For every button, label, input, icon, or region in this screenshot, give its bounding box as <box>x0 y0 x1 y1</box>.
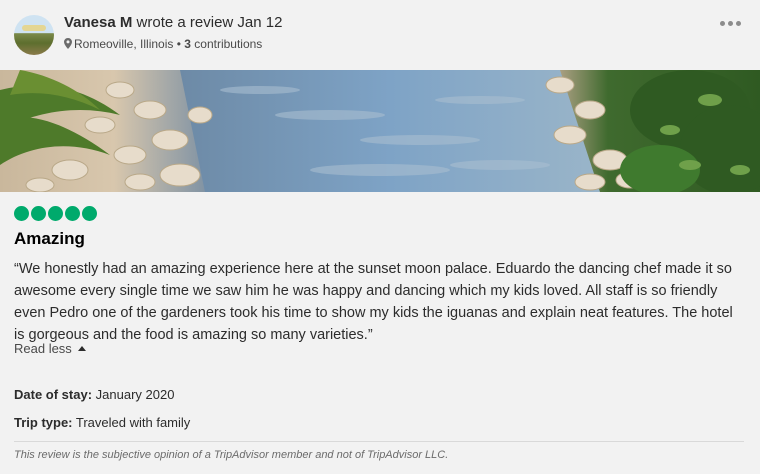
read-less-label: Read less <box>14 341 72 356</box>
rating-bubble-icon <box>65 206 80 221</box>
trip-type: Trip type: Traveled with family <box>14 415 190 430</box>
review-photo[interactable] <box>0 70 760 192</box>
rating-bubble-icon <box>48 206 63 221</box>
contributions-count: 3 <box>184 37 191 51</box>
review-body: “We honestly had an amazing experience h… <box>14 261 733 343</box>
author-line: Vanesa M wrote a review Jan 12 <box>64 14 282 31</box>
review-action-text: wrote a review Jan 12 <box>132 14 283 31</box>
rating-bubble-icon <box>14 206 29 221</box>
review-header: Vanesa M wrote a review Jan 12 Romeovill… <box>0 0 760 70</box>
author-location: Romeoville, Illinois <box>74 37 174 51</box>
review-title: Amazing <box>14 229 85 248</box>
trip-type-label: Trip type: <box>14 415 73 430</box>
rating-bubbles <box>14 206 99 221</box>
location-pin-icon <box>64 38 72 52</box>
date-of-stay-value: January 2020 <box>92 387 175 402</box>
more-options-icon[interactable] <box>720 18 742 30</box>
review-disclaimer: This review is the subjective opinion of… <box>14 449 449 461</box>
date-of-stay-label: Date of stay: <box>14 387 93 402</box>
rating-bubble-icon <box>82 206 97 221</box>
rating-bubble-icon <box>31 206 46 221</box>
author-avatar[interactable] <box>14 15 54 55</box>
author-meta: Romeoville, Illinois • 3 contributions <box>64 37 262 52</box>
date-of-stay: Date of stay: January 2020 <box>14 387 174 402</box>
caret-up-icon <box>77 346 86 351</box>
read-less-link[interactable]: Read less <box>14 341 86 356</box>
meta-separator: • <box>173 37 185 51</box>
trip-type-value: Traveled with family <box>72 415 191 430</box>
author-name[interactable]: Vanesa M <box>64 14 132 31</box>
review-photo-art <box>0 70 760 192</box>
contributions-label: contributions <box>190 37 263 51</box>
divider <box>14 441 744 442</box>
